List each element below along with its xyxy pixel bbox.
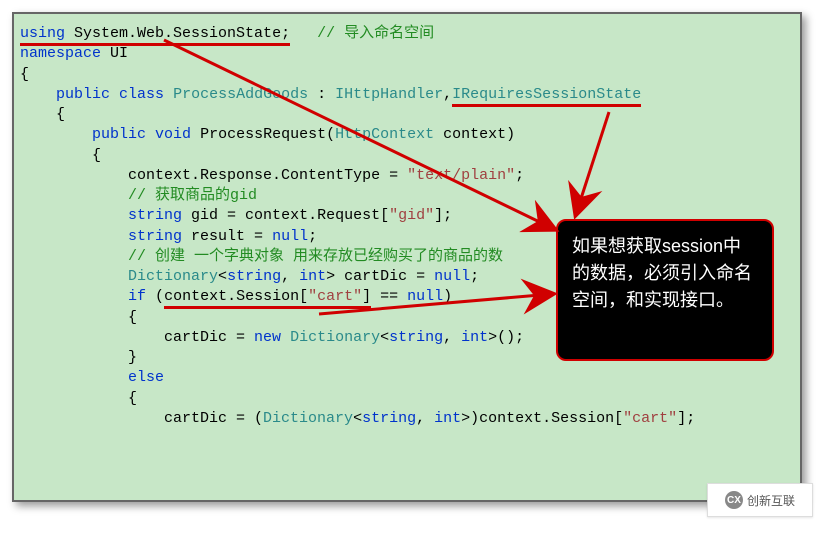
callout-text: 如果想获取session中的数据，必须引入命名空间，和实现接口。	[572, 236, 752, 310]
code-container: using System.Web.SessionState; // 导入命名空间…	[12, 12, 802, 502]
code-line-19: {	[20, 389, 794, 409]
callout-box: 如果想获取session中的数据，必须引入命名空间，和实现接口。	[556, 219, 774, 361]
code-line-1: using System.Web.SessionState; // 导入命名空间	[20, 24, 794, 44]
watermark: CX 创新互联	[707, 483, 813, 517]
kw-using: using	[20, 25, 65, 46]
code-line-18: else	[20, 368, 794, 388]
ns-name: System.Web.SessionState	[65, 25, 281, 46]
code-line-3: {	[20, 65, 794, 85]
code-line-20: cartDic = (Dictionary<string, int>)conte…	[20, 409, 794, 429]
interface-irequiressessionstate: IRequiresSessionState	[452, 86, 641, 107]
comment-import: // 导入命名空间	[317, 25, 434, 42]
code-line-8: context.Response.ContentType = "text/pla…	[20, 166, 794, 186]
code-line-7: {	[20, 146, 794, 166]
code-line-5: {	[20, 105, 794, 125]
code-line-4: public class ProcessAddGoods : IHttpHand…	[20, 85, 794, 105]
session-access: context.Session["cart"]	[164, 288, 371, 309]
code-line-9: // 获取商品的gid	[20, 186, 794, 206]
code-line-2: namespace UI	[20, 44, 794, 64]
watermark-text: 创新互联	[747, 492, 795, 509]
code-line-6: public void ProcessRequest(HttpContext c…	[20, 125, 794, 145]
watermark-icon: CX	[725, 491, 743, 509]
